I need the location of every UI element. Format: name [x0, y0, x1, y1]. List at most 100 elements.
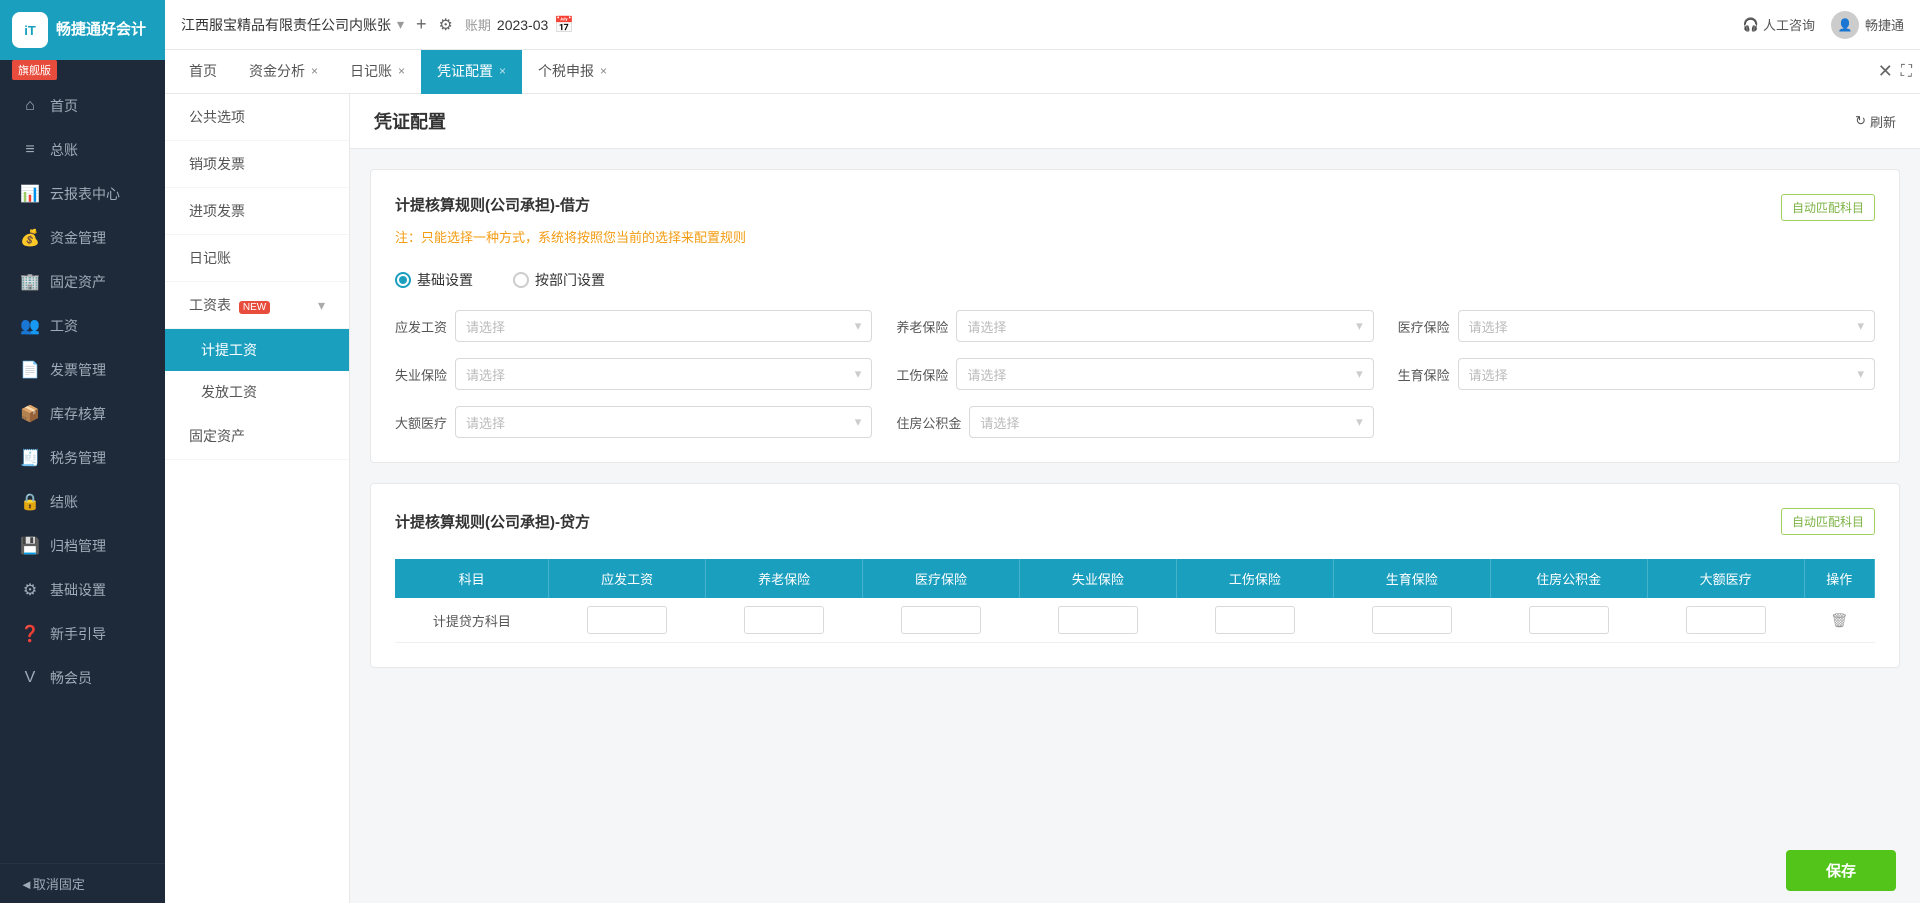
tab-tax[interactable]: 个税申报 × [522, 50, 623, 94]
select-gongjijin[interactable]: 请选择 ▾ [969, 406, 1373, 438]
tabbar: 首页 资金分析 × 日记账 × 凭证配置 × 个税申报 × ✕ ⛶ [165, 50, 1920, 94]
leftnav-item-sales[interactable]: 销项发票 [165, 141, 349, 188]
sidebar-item-label: 库存核算 [50, 404, 106, 424]
service-button[interactable]: 🎧 人工咨询 [1743, 15, 1815, 34]
field-label-daeyiliao: 大额医疗 [395, 413, 447, 432]
tab-home[interactable]: 首页 [173, 50, 233, 94]
calendar-icon[interactable]: 📅 [554, 15, 574, 35]
tab-funds[interactable]: 资金分析 × [233, 50, 334, 94]
select-yanglao[interactable]: 请选择 ▾ [956, 310, 1373, 342]
sidebar-edition: 旗舰版 [12, 60, 57, 80]
cancel-fixed-button[interactable]: ◄取消固定 [0, 863, 165, 903]
field-label-yiliao: 医疗保险 [1398, 317, 1450, 336]
input-shiye[interactable] [1058, 606, 1138, 634]
tab-funds-close[interactable]: × [311, 64, 318, 78]
page-header: 凭证配置 ↻ 刷新 [350, 94, 1920, 149]
leftnav-item-journal[interactable]: 日记账 [165, 235, 349, 282]
sidebar-item-home[interactable]: ⌂ 首页 [0, 84, 165, 128]
radio-basic[interactable]: 基础设置 [395, 270, 473, 290]
col-header-yingfa: 应发工资 [549, 559, 706, 598]
select-arrow-icon: ▾ [1857, 318, 1864, 334]
invoice-icon: 📄 [20, 360, 40, 380]
leftnav-item-assets[interactable]: 固定资产 [165, 413, 349, 460]
input-yiliao[interactable] [901, 606, 981, 634]
col-header-gongshang: 工伤保险 [1176, 559, 1333, 598]
sidebar-item-funds[interactable]: 💰 资金管理 [0, 216, 165, 260]
tab-journal-close[interactable]: × [398, 64, 405, 78]
user-menu[interactable]: 👤 畅捷通 [1831, 11, 1904, 39]
credit-auto-match-button[interactable]: 自动匹配科目 [1781, 508, 1875, 535]
sidebar-item-ledger[interactable]: ≡ 总账 [0, 128, 165, 172]
form-item-yiliao: 医疗保险 请选择 ▾ [1398, 310, 1875, 342]
sidebar-item-reports[interactable]: 📊 云报表中心 [0, 172, 165, 216]
topbar-right: 🎧 人工咨询 👤 畅捷通 [1743, 11, 1904, 39]
reports-icon: 📊 [20, 184, 40, 204]
select-daeyiliao[interactable]: 请选择 ▾ [455, 406, 872, 438]
leftnav-item-purchase[interactable]: 进项发票 [165, 188, 349, 235]
sidebar-item-vip[interactable]: V 畅会员 [0, 656, 165, 700]
table-cell-yingfa [549, 598, 706, 643]
input-gongjijin[interactable] [1529, 606, 1609, 634]
leftnav-sub-jiti[interactable]: 计提工资 [165, 329, 349, 371]
sidebar-item-closing[interactable]: 🔒 结账 [0, 480, 165, 524]
form-item-gongjijin: 住房公积金 请选择 ▾ [896, 406, 1373, 438]
sidebar-item-payroll[interactable]: 👥 工资 [0, 304, 165, 348]
topbar: 江西服宝精品有限责任公司内账张 ▾ + ⚙ 账期 2023-03 📅 🎧 人工咨… [165, 0, 1920, 50]
sidebar-item-inventory[interactable]: 📦 库存核算 [0, 392, 165, 436]
right-panel: 凭证配置 ↻ 刷新 计提核算规则(公司承担)-借方 注：只能选择一种方式，系统将… [350, 94, 1920, 903]
debit-auto-match-button[interactable]: 自动匹配科目 [1781, 194, 1875, 221]
sidebar-item-settings[interactable]: ⚙ 基础设置 [0, 568, 165, 612]
col-header-action: 操作 [1804, 559, 1874, 598]
tab-tax-close[interactable]: × [600, 64, 607, 78]
leftnav-label: 固定资产 [189, 428, 245, 444]
sidebar-item-label: 总账 [50, 140, 78, 160]
sidebar-item-label: 发票管理 [50, 360, 106, 380]
leftnav-sub-fafang[interactable]: 发放工资 [165, 371, 349, 413]
input-daeyiliao[interactable] [1686, 606, 1766, 634]
refresh-icon: ↻ [1855, 113, 1866, 129]
sidebar-item-invoice[interactable]: 📄 发票管理 [0, 348, 165, 392]
tab-voucher-close[interactable]: × [499, 64, 506, 78]
company-selector[interactable]: 江西服宝精品有限责任公司内账张 ▾ [181, 15, 404, 35]
close-all-tabs-button[interactable]: ✕ [1878, 61, 1893, 82]
select-gongshang[interactable]: 请选择 ▾ [956, 358, 1373, 390]
table-cell-daeyiliao [1647, 598, 1804, 643]
leftnav-item-public[interactable]: 公共选项 [165, 94, 349, 141]
tab-voucher[interactable]: 凭证配置 × [421, 50, 522, 94]
tab-journal[interactable]: 日记账 × [334, 50, 421, 94]
select-shengyu[interactable]: 请选择 ▾ [1458, 358, 1875, 390]
sidebar-item-archive[interactable]: 💾 归档管理 [0, 524, 165, 568]
sidebar-item-tax[interactable]: 🧾 税务管理 [0, 436, 165, 480]
sidebar-item-assets[interactable]: 🏢 固定资产 [0, 260, 165, 304]
col-header-gongjijin: 住房公积金 [1490, 559, 1647, 598]
form-item-shiye: 失业保险 请选择 ▾ [395, 358, 872, 390]
sidebar-item-label: 基础设置 [50, 580, 106, 600]
input-shengyu[interactable] [1372, 606, 1452, 634]
gear-button[interactable]: ⚙ [439, 15, 453, 35]
main-area: 江西服宝精品有限责任公司内账张 ▾ + ⚙ 账期 2023-03 📅 🎧 人工咨… [165, 0, 1920, 903]
sidebar-item-guide[interactable]: ❓ 新手引导 [0, 612, 165, 656]
select-yiliao[interactable]: 请选择 ▾ [1458, 310, 1875, 342]
leftnav-group-payroll[interactable]: 工资表 NEW ▾ [165, 282, 349, 329]
input-yingfa[interactable] [587, 606, 667, 634]
vip-icon: V [20, 669, 40, 687]
delete-row-button[interactable]: 🗑 [1830, 612, 1848, 628]
input-gongshang[interactable] [1215, 606, 1295, 634]
input-yanglao[interactable] [744, 606, 824, 634]
refresh-button[interactable]: ↻ 刷新 [1855, 112, 1896, 131]
sidebar-item-label: 税务管理 [50, 448, 106, 468]
page-body: 计提核算规则(公司承担)-借方 注：只能选择一种方式，系统将按照您当前的选择来配… [350, 149, 1920, 838]
save-button[interactable]: 保存 [1786, 850, 1896, 891]
select-arrow-icon: ▾ [1356, 318, 1363, 334]
sidebar-item-label: 畅会员 [50, 668, 92, 688]
select-yingfa[interactable]: 请选择 ▾ [455, 310, 872, 342]
expand-button[interactable]: ⛶ [1901, 63, 1912, 81]
period-selector[interactable]: 账期 2023-03 📅 [465, 15, 574, 35]
add-tab-button[interactable]: + [416, 14, 427, 35]
table-cell-yiliao [863, 598, 1020, 643]
sidebar-item-label: 云报表中心 [50, 184, 120, 204]
tab-actions: ✕ ⛶ [1878, 61, 1912, 82]
radio-dept[interactable]: 按部门设置 [513, 270, 605, 290]
funds-icon: 💰 [20, 228, 40, 248]
select-shiye[interactable]: 请选择 ▾ [455, 358, 872, 390]
